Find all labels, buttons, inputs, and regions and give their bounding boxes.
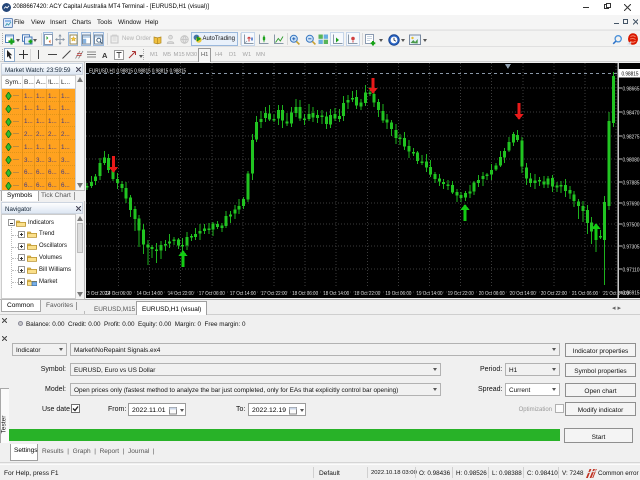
svg-text:17 Oct 14:00: 17 Oct 14:00 — [230, 291, 256, 297]
svg-text:0.97110: 0.97110 — [623, 267, 640, 273]
svg-text:21 Oct 14:00: 21 Oct 14:00 — [603, 291, 629, 297]
svg-text:0.98275: 0.98275 — [623, 134, 640, 140]
svg-text:17 Oct 06:00: 17 Oct 06:00 — [199, 291, 225, 297]
svg-text:14 Oct 22:00: 14 Oct 22:00 — [168, 291, 194, 297]
svg-text:19 Oct 22:00: 19 Oct 22:00 — [448, 291, 474, 297]
svg-text:0.98665: 0.98665 — [623, 86, 640, 92]
svg-text:20 Oct 22:00: 20 Oct 22:00 — [541, 291, 567, 297]
svg-text:19 Oct 06:00: 19 Oct 06:00 — [385, 291, 411, 297]
svg-text:0.97305: 0.97305 — [623, 244, 640, 250]
svg-text:19 Oct 14:00: 19 Oct 14:00 — [417, 291, 443, 297]
svg-text:18 Oct 22:00: 18 Oct 22:00 — [354, 291, 380, 297]
svg-text:14 Oct 06:00: 14 Oct 06:00 — [106, 291, 132, 297]
svg-text:18 Oct 14:00: 18 Oct 14:00 — [323, 291, 349, 297]
svg-text:EURUSD,H1 0.98815 0.98815 0.9: EURUSD,H1 0.98815 0.98815 0.98815 0.9881… — [89, 69, 186, 75]
svg-text:0.97500: 0.97500 — [623, 222, 640, 228]
svg-text:0.97690: 0.97690 — [623, 201, 640, 207]
svg-text:0.98080: 0.98080 — [623, 157, 640, 163]
svg-text:0.97885: 0.97885 — [623, 180, 640, 186]
svg-text:0.98470: 0.98470 — [623, 110, 640, 116]
svg-text:21 Oct 06:00: 21 Oct 06:00 — [572, 291, 598, 297]
svg-text:20 Oct 14:00: 20 Oct 14:00 — [510, 291, 536, 297]
svg-text:0.98815: 0.98815 — [622, 72, 639, 78]
svg-text:20 Oct 06:00: 20 Oct 06:00 — [479, 291, 505, 297]
svg-text:18 Oct 06:00: 18 Oct 06:00 — [292, 291, 318, 297]
svg-text:14 Oct 14:00: 14 Oct 14:00 — [137, 291, 163, 297]
svg-text:17 Oct 22:00: 17 Oct 22:00 — [261, 291, 287, 297]
